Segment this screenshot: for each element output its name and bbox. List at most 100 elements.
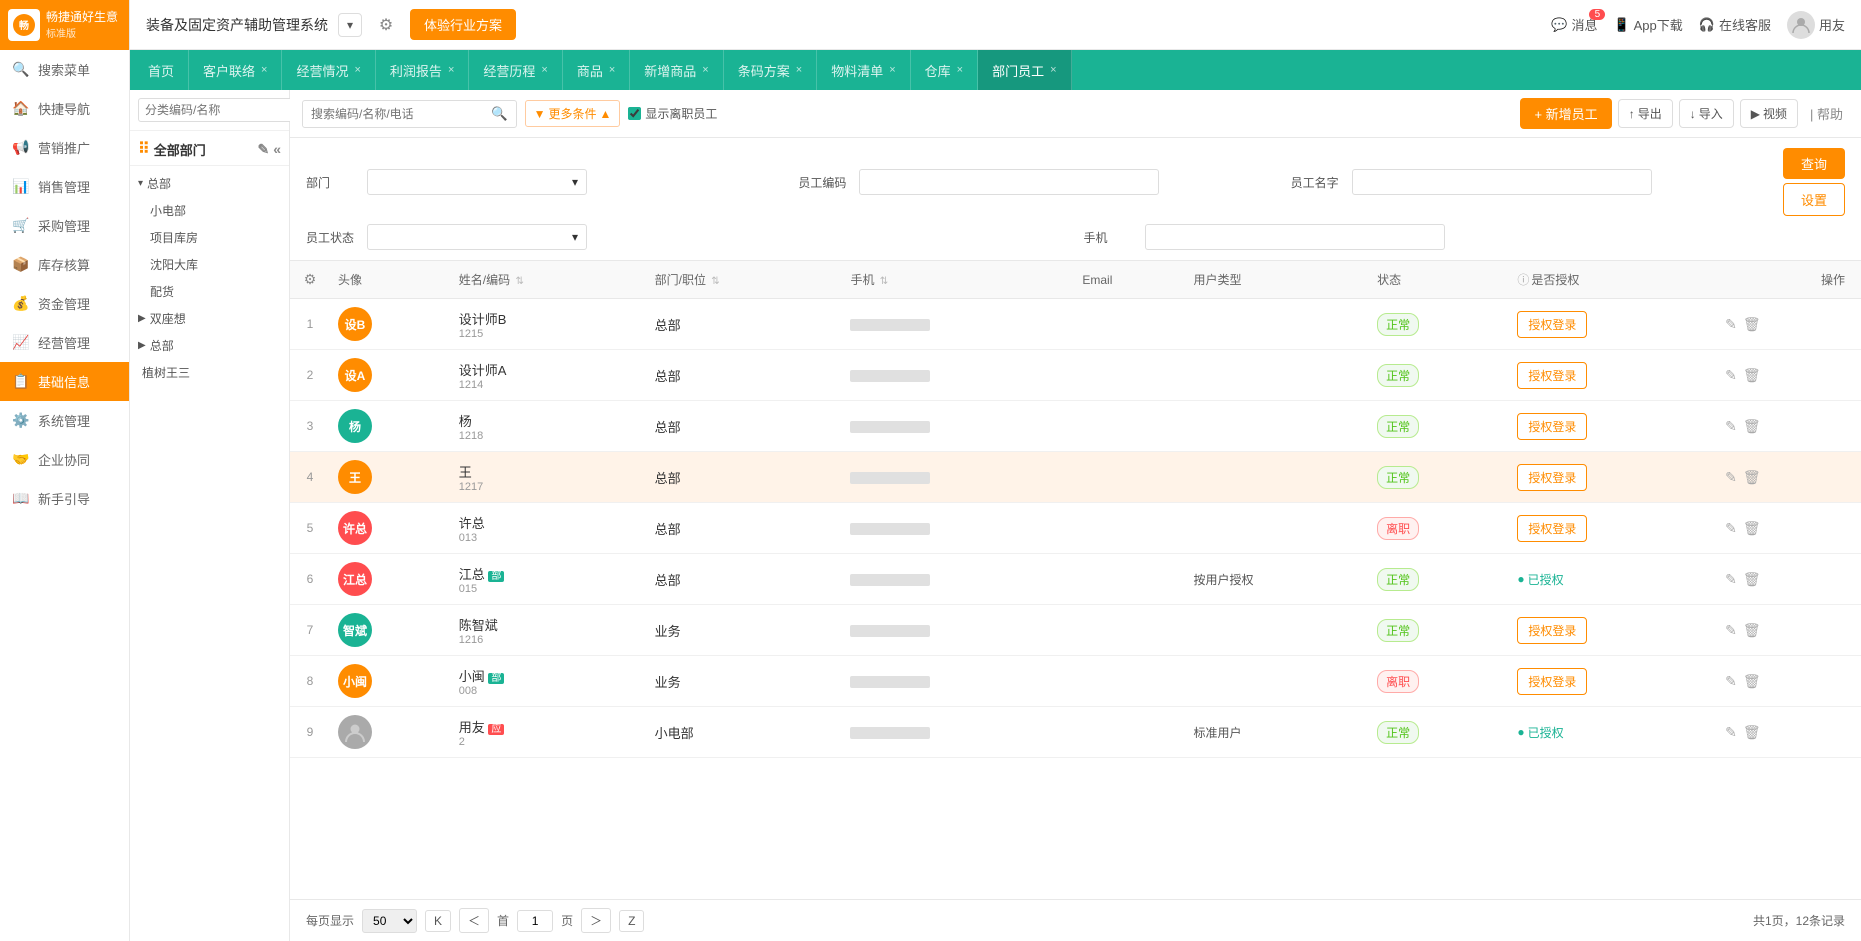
auth-login-btn[interactable]: 授权登录 bbox=[1517, 668, 1587, 695]
col-gear-icon[interactable]: ⚙ bbox=[304, 271, 317, 287]
tab-operation[interactable]: 经营情况× bbox=[282, 50, 375, 90]
tab-history[interactable]: 经营历程× bbox=[469, 50, 562, 90]
show-resigned-checkbox[interactable] bbox=[628, 107, 641, 120]
close-barcode-icon[interactable]: × bbox=[796, 64, 802, 76]
set-btn[interactable]: 设置 bbox=[1783, 183, 1845, 216]
page-number-input[interactable] bbox=[517, 910, 553, 932]
filter-search-button[interactable]: 🔍 bbox=[483, 101, 516, 127]
tree-search-input[interactable] bbox=[138, 98, 307, 122]
close-addgoods-icon[interactable]: × bbox=[702, 64, 708, 76]
close-bom-icon[interactable]: × bbox=[889, 64, 895, 76]
edit-icon[interactable]: ✎ bbox=[1725, 622, 1737, 639]
edit-icon[interactable]: ✎ bbox=[1725, 571, 1737, 588]
tree-item-project[interactable]: 项目库房 bbox=[130, 224, 289, 251]
user-menu[interactable]: 用友 bbox=[1787, 11, 1845, 39]
sidebar-item-search[interactable]: 🔍 搜索菜单 bbox=[0, 50, 129, 89]
filter-search-input[interactable] bbox=[303, 102, 483, 126]
tree-item-peihuo[interactable]: 配货 bbox=[130, 278, 289, 305]
delete-icon[interactable]: 🗑 bbox=[1743, 520, 1761, 537]
close-history-icon[interactable]: × bbox=[541, 64, 547, 76]
tab-home[interactable]: 首页 bbox=[138, 50, 189, 90]
auth-login-btn[interactable]: 授权登录 bbox=[1517, 617, 1587, 644]
sidebar-item-basic[interactable]: 📋 基础信息 bbox=[0, 362, 129, 401]
close-profit-icon[interactable]: × bbox=[448, 64, 454, 76]
auth-login-btn[interactable]: 授权登录 bbox=[1517, 413, 1587, 440]
tab-warehouse[interactable]: 仓库× bbox=[911, 50, 978, 90]
col-name[interactable]: 姓名/编码 ⇅ bbox=[451, 261, 647, 299]
sidebar-item-quicknav[interactable]: 🏠 快捷导航 bbox=[0, 89, 129, 128]
close-operation-icon[interactable]: × bbox=[354, 64, 360, 76]
experience-btn[interactable]: 体验行业方案 bbox=[410, 9, 516, 40]
auth-login-btn[interactable]: 授权登录 bbox=[1517, 362, 1587, 389]
tree-group-header-zs[interactable]: 植树王三 bbox=[130, 359, 289, 386]
tree-group-header-zb[interactable]: ▶ 总部 bbox=[130, 332, 289, 359]
tab-addgoods[interactable]: 新增商品× bbox=[630, 50, 723, 90]
app-download-btn[interactable]: 📱 App下载 bbox=[1613, 15, 1682, 34]
tree-group-header-sz[interactable]: ▶ 双座想 bbox=[130, 305, 289, 332]
delete-icon[interactable]: 🗑 bbox=[1743, 622, 1761, 639]
sidebar-item-marketing[interactable]: 📢 营销推广 bbox=[0, 128, 129, 167]
auth-login-btn[interactable]: 授权登录 bbox=[1517, 515, 1587, 542]
help-btn[interactable]: | 帮助 bbox=[1804, 100, 1849, 127]
next-page-btn[interactable]: ＞ bbox=[581, 908, 611, 933]
delete-icon[interactable]: 🗑 bbox=[1743, 724, 1761, 741]
sidebar-item-guide[interactable]: 📖 新手引导 bbox=[0, 479, 129, 518]
edit-icon[interactable]: ✎ bbox=[1725, 418, 1737, 435]
prev-page-btn[interactable]: ＜ bbox=[459, 908, 489, 933]
more-conditions-btn[interactable]: ▼ 更多条件 ▲ bbox=[525, 100, 621, 127]
per-page-select[interactable]: 50 100 200 bbox=[362, 909, 417, 933]
delete-icon[interactable]: 🗑 bbox=[1743, 673, 1761, 690]
message-btn[interactable]: 💬 消息 5 bbox=[1551, 15, 1597, 34]
tab-bom[interactable]: 物料清单× bbox=[817, 50, 910, 90]
delete-icon[interactable]: 🗑 bbox=[1743, 571, 1761, 588]
first-page-btn[interactable]: K bbox=[425, 910, 451, 932]
tab-barcode[interactable]: 条码方案× bbox=[724, 50, 817, 90]
close-warehouse-icon[interactable]: × bbox=[957, 64, 963, 76]
adv-empcode-input[interactable] bbox=[859, 169, 1159, 195]
edit-icon[interactable]: ✎ bbox=[1725, 316, 1737, 333]
tree-collapse-icon[interactable]: « bbox=[273, 141, 281, 158]
delete-icon[interactable]: 🗑 bbox=[1743, 418, 1761, 435]
query-btn[interactable]: 查询 bbox=[1783, 148, 1845, 179]
last-page-btn[interactable]: Z bbox=[619, 910, 644, 932]
col-setting[interactable]: ⚙ bbox=[290, 261, 330, 299]
sidebar-item-purchase[interactable]: 🛒 采购管理 bbox=[0, 206, 129, 245]
show-resigned-label[interactable]: 显示离职员工 bbox=[628, 105, 717, 122]
settings-icon[interactable]: ⚙ bbox=[372, 11, 400, 39]
adv-phone-input[interactable] bbox=[1145, 224, 1445, 250]
view-btn[interactable]: ▶ 视频 bbox=[1740, 99, 1798, 128]
auth-login-btn[interactable]: 授权登录 bbox=[1517, 464, 1587, 491]
adv-empname-input[interactable] bbox=[1352, 169, 1652, 195]
edit-icon[interactable]: ✎ bbox=[1725, 367, 1737, 384]
tree-item-shenyang[interactable]: 沈阳大库 bbox=[130, 251, 289, 278]
delete-icon[interactable]: 🗑 bbox=[1743, 367, 1761, 384]
close-goods-icon[interactable]: × bbox=[609, 64, 615, 76]
adv-status-select[interactable]: ▾ bbox=[367, 224, 587, 250]
tab-goods[interactable]: 商品× bbox=[563, 50, 630, 90]
sidebar-item-finance[interactable]: 💰 资金管理 bbox=[0, 284, 129, 323]
col-phone[interactable]: 手机 ⇅ bbox=[842, 261, 1074, 299]
sidebar-item-collab[interactable]: 🤝 企业协同 bbox=[0, 440, 129, 479]
sidebar-item-inventory[interactable]: 📦 库存核算 bbox=[0, 245, 129, 284]
import-btn[interactable]: ↓ 导入 bbox=[1679, 99, 1734, 128]
delete-icon[interactable]: 🗑 bbox=[1743, 316, 1761, 333]
tab-employees[interactable]: 部门员工× bbox=[978, 50, 1071, 90]
edit-icon[interactable]: ✎ bbox=[1725, 724, 1737, 741]
tab-customer[interactable]: 客户联络× bbox=[189, 50, 282, 90]
online-service-btn[interactable]: 🎧 在线客服 bbox=[1699, 15, 1771, 34]
system-dropdown[interactable]: ▾ bbox=[338, 13, 362, 37]
close-employees-icon[interactable]: × bbox=[1050, 64, 1056, 76]
sidebar-item-sales[interactable]: 📊 销售管理 bbox=[0, 167, 129, 206]
auth-login-btn[interactable]: 授权登录 bbox=[1517, 311, 1587, 338]
col-dept[interactable]: 部门/职位 ⇅ bbox=[647, 261, 843, 299]
tree-group-header-hq[interactable]: ▾ 总部 bbox=[130, 170, 289, 197]
sidebar-item-operation[interactable]: 📈 经营管理 bbox=[0, 323, 129, 362]
tab-profit[interactable]: 利润报告× bbox=[376, 50, 469, 90]
tree-edit-icon[interactable]: ✎ bbox=[257, 141, 269, 158]
close-customer-icon[interactable]: × bbox=[261, 64, 267, 76]
tree-item-xiaodian[interactable]: 小电部 bbox=[130, 197, 289, 224]
add-employee-btn[interactable]: + 新增员工 bbox=[1520, 98, 1611, 129]
delete-icon[interactable]: 🗑 bbox=[1743, 469, 1761, 486]
adv-dept-select[interactable]: ▾ bbox=[367, 169, 587, 195]
export-btn[interactable]: ↑ 导出 bbox=[1618, 99, 1673, 128]
